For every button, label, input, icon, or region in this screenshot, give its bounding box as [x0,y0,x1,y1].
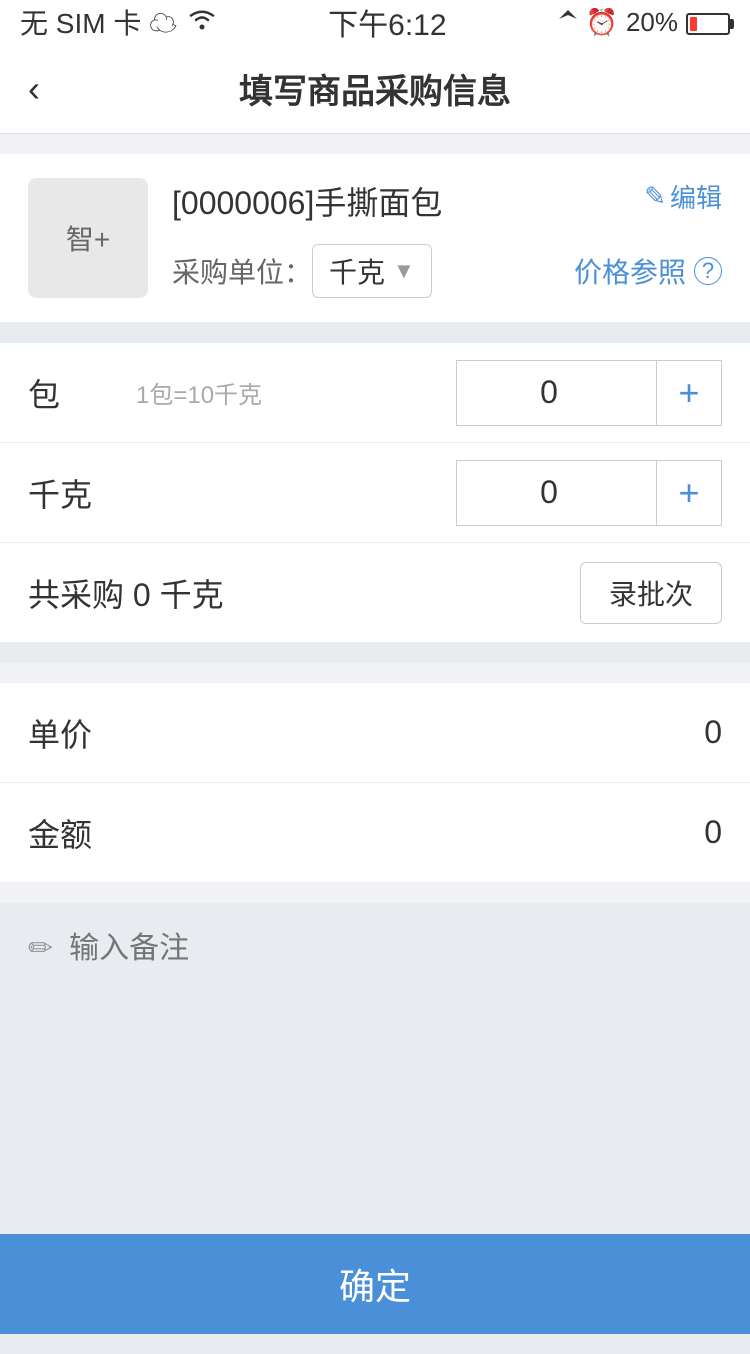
page-title: 填写商品采购信息 [239,64,511,113]
input-section: 包 1包=10千克 + 千克 + [0,343,750,543]
kg-input-row: 千克 + [0,443,750,543]
product-image: 智+ [28,178,148,298]
wifi-icon [187,6,217,38]
status-right: ⏰ 20% [558,7,730,38]
confirm-button[interactable]: 确定 [339,1258,411,1310]
total-text: 共采购 0 千克 [28,570,224,616]
product-card: 智+ [0000006]手撕面包 ✎ 编辑 采购单位： 千克 ▼ 价格参照 ? [0,154,750,323]
sim-label: 无 SIM 卡 ☁ [20,2,177,42]
confirm-bar[interactable]: 确定 [0,1234,750,1334]
total-row: 共采购 0 千克 录批次 [0,543,750,643]
section-divider-2 [0,643,750,663]
status-bar: 无 SIM 卡 ☁ 下午6:12 ⏰ 20% [0,0,750,44]
location-icon [558,7,578,38]
battery-icon [686,7,730,38]
alarm-icon: ⏰ [586,7,618,38]
amount-row: 金额 0 [0,783,750,883]
product-name: [0000006]手撕面包 [172,178,442,224]
product-name-row: [0000006]手撕面包 ✎ 编辑 [172,178,722,224]
nav-bar: ‹ 填写商品采购信息 [0,44,750,134]
section-divider-1 [0,323,750,343]
bag-plus-button[interactable]: + [656,360,722,426]
back-button[interactable]: ‹ [28,68,40,110]
remark-section[interactable]: ✏ [0,903,750,994]
kg-quantity-input[interactable] [456,460,656,526]
battery-percent: 20% [626,7,678,38]
kg-controls: + [128,460,722,526]
price-section: 单价 0 金额 0 [0,683,750,883]
bag-sublabel: 1包=10千克 [136,375,262,410]
price-ref-label: 价格参照 [574,251,686,291]
status-left: 无 SIM 卡 ☁ [20,2,217,42]
kg-label: 千克 [28,470,128,516]
bag-input-row: 包 1包=10千克 + [0,343,750,443]
unit-label: 采购单位： [172,251,312,291]
unit-selector[interactable]: 采购单位： 千克 ▼ [172,244,432,298]
edit-button[interactable]: ✎ 编辑 [644,178,722,215]
pencil-icon: ✏ [28,931,53,966]
amount-label: 金额 [28,810,92,856]
help-icon: ? [694,257,722,285]
edit-icon: ✎ [644,181,666,212]
remark-input[interactable] [69,932,722,966]
product-info: [0000006]手撕面包 ✎ 编辑 采购单位： 千克 ▼ 价格参照 ? [172,178,722,298]
price-reference-button[interactable]: 价格参照 ? [574,251,722,291]
bag-label: 包 [28,370,128,416]
batch-record-button[interactable]: 录批次 [580,562,722,624]
bag-quantity-input[interactable] [456,360,656,426]
purchase-unit-row: 采购单位： 千克 ▼ 价格参照 ? [172,244,722,298]
bag-controls: + [262,360,722,426]
status-time: 下午6:12 [328,0,446,44]
edit-label: 编辑 [670,178,722,215]
chevron-down-icon: ▼ [393,258,415,284]
kg-plus-button[interactable]: + [656,460,722,526]
unit-price-row: 单价 0 [0,683,750,783]
unit-dropdown[interactable]: 千克 ▼ [312,244,432,298]
unit-value: 千克 [329,251,385,291]
amount-value: 0 [704,814,722,851]
unit-price-value: 0 [704,714,722,751]
unit-price-label: 单价 [28,710,92,756]
